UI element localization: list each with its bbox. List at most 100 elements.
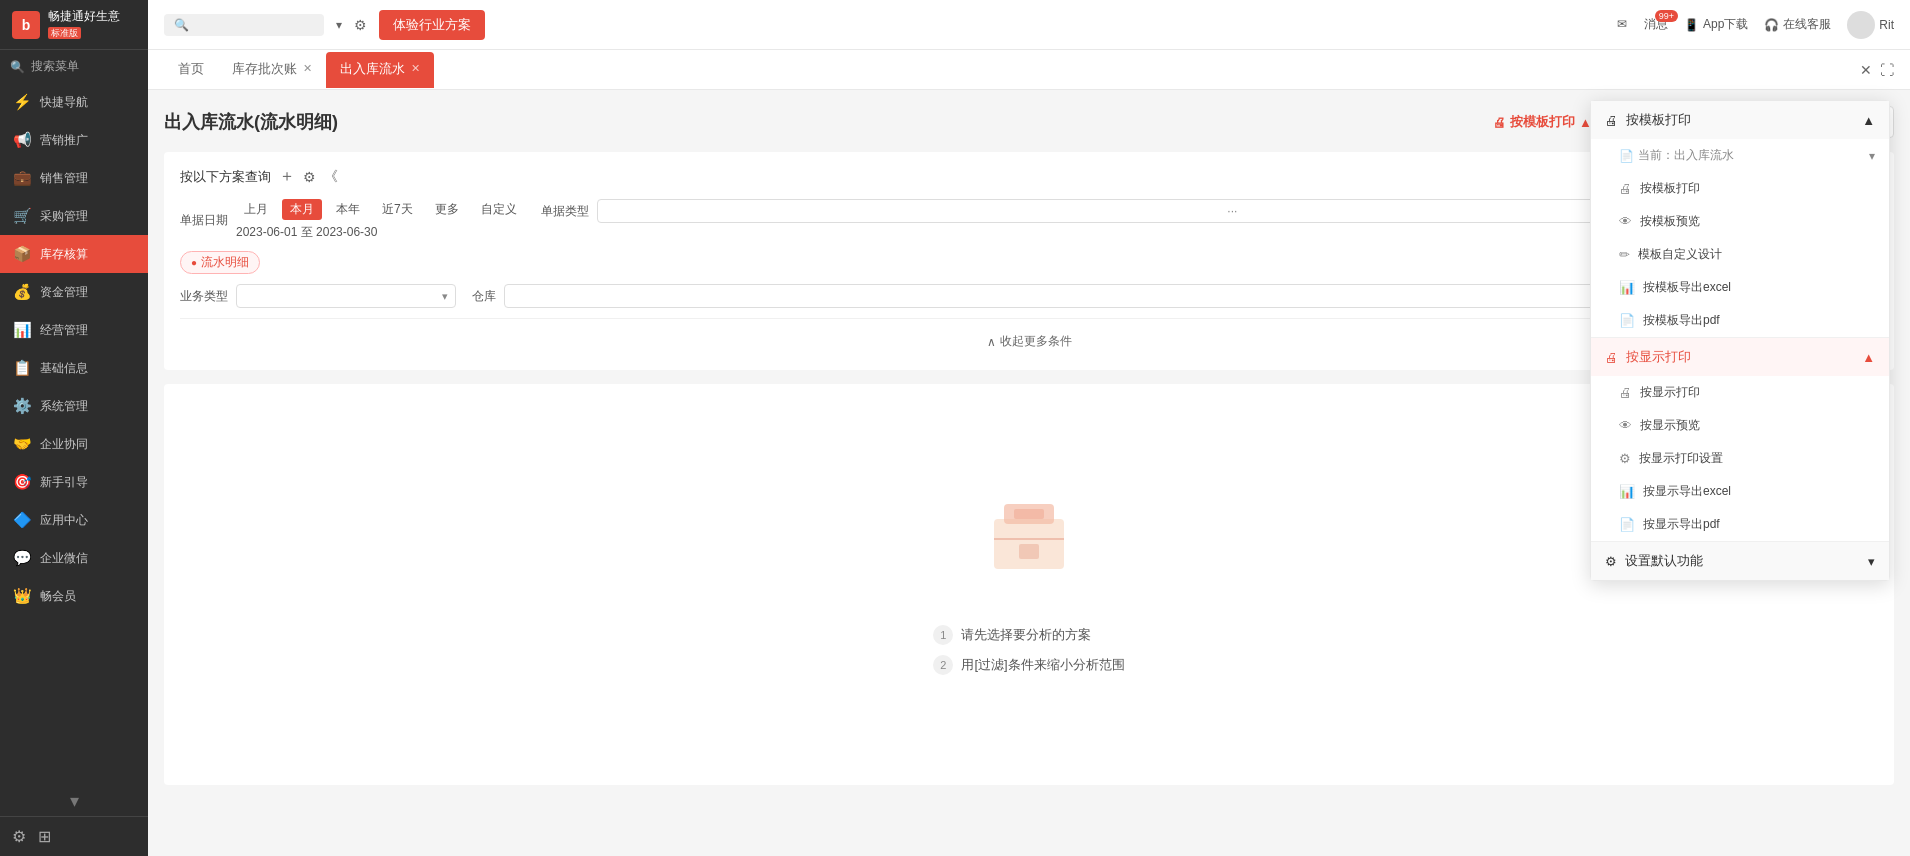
- current-chevron-icon: ▾: [1869, 149, 1875, 163]
- app-download-button[interactable]: 📱 App下载: [1684, 16, 1748, 33]
- settings-default-icon: ⚙: [1605, 554, 1617, 569]
- close-inout-tab-icon[interactable]: ✕: [411, 62, 420, 75]
- empty-step-1: 1 请先选择要分析的方案: [933, 625, 1124, 645]
- date-range-display: 2023-06-01 至 2023-06-30: [236, 224, 525, 241]
- date-opt-thisyear[interactable]: 本年: [328, 199, 368, 220]
- printer-icon: 🖨: [1493, 115, 1506, 130]
- online-service-button[interactable]: 🎧 在线客服: [1764, 16, 1831, 33]
- date-opt-7days[interactable]: 近7天: [374, 199, 421, 220]
- sidebar-scroll-down[interactable]: ▾: [70, 790, 79, 812]
- maximize-window-button[interactable]: ⛶: [1880, 62, 1894, 78]
- header-dropdown[interactable]: ▾: [336, 18, 342, 32]
- sidebar-item-enterprise[interactable]: 🤝 企业协同: [0, 425, 148, 463]
- settings-default-section: ⚙ 设置默认功能 ▾: [1591, 542, 1889, 580]
- sidebar-item-member[interactable]: 👑 畅会员: [0, 577, 148, 615]
- wechat-icon: 💬: [12, 549, 32, 567]
- header-search[interactable]: 🔍: [164, 14, 324, 36]
- template-export-pdf-item[interactable]: 📄 按模板导出pdf: [1591, 304, 1889, 337]
- search-menu-item[interactable]: 🔍 搜索菜单: [0, 50, 148, 83]
- sidebar-item-purchase[interactable]: 🛒 采购管理: [0, 197, 148, 235]
- template-print-button[interactable]: 🖨 按模板打印 ▲: [1493, 113, 1592, 131]
- operations-icon: 📊: [12, 321, 32, 339]
- template-export-excel-item[interactable]: 📊 按模板导出excel: [1591, 271, 1889, 304]
- date-filter-label: 单据日期: [180, 212, 228, 229]
- collapse-sidebar-icon[interactable]: ⊞: [38, 827, 51, 846]
- tab-batch-inventory[interactable]: 库存批次账 ✕: [218, 52, 326, 88]
- sidebar-item-basic-info[interactable]: 📋 基础信息: [0, 349, 148, 387]
- display-print-header-icon: 🖨: [1605, 350, 1618, 365]
- display-pdf-icon: 📄: [1619, 517, 1635, 532]
- biz-type-select[interactable]: [236, 284, 456, 308]
- user-avatar[interactable]: Rit: [1847, 11, 1894, 39]
- settings-icon[interactable]: ⚙: [12, 827, 26, 846]
- warehouse-label: 仓库: [472, 288, 496, 305]
- biz-type-filter: 业务类型: [180, 284, 456, 308]
- display-export-pdf-item[interactable]: 📄 按显示导出pdf: [1591, 508, 1889, 541]
- template-preview-item[interactable]: 👁 按模板预览: [1591, 205, 1889, 238]
- sidebar-item-newbie[interactable]: 🎯 新手引导: [0, 463, 148, 501]
- date-filter-options: 上月 本月 本年 近7天 更多 自定义 2023-06-01 至 2023-06…: [236, 199, 525, 241]
- sidebar-item-wechat[interactable]: 💬 企业微信: [0, 539, 148, 577]
- chevron-up-icon: ∧: [987, 335, 996, 349]
- system-icon: ⚙️: [12, 397, 32, 415]
- date-opt-more[interactable]: 更多: [427, 199, 467, 220]
- sidebar-item-system[interactable]: ⚙️ 系统管理: [0, 387, 148, 425]
- sidebar-item-appstore[interactable]: 🔷 应用中心: [0, 501, 148, 539]
- header-gear-icon[interactable]: ⚙: [354, 17, 367, 33]
- display-preview-icon: 👁: [1619, 418, 1632, 433]
- display-print-header[interactable]: 🖨 按显示打印 ▲: [1591, 338, 1889, 376]
- template-design-item[interactable]: ✏ 模板自定义设计: [1591, 238, 1889, 271]
- filter-add-button[interactable]: ＋: [279, 166, 295, 187]
- display-preview-item[interactable]: 👁 按显示预览: [1591, 409, 1889, 442]
- template-print-header[interactable]: 🖨 按模板打印 ▲: [1591, 101, 1889, 139]
- logo-icon: b: [12, 11, 40, 39]
- doctype-more-icon[interactable]: ···: [1227, 204, 1237, 218]
- filter-title: 按以下方案查询: [180, 168, 271, 186]
- chevron-up-icon: ▲: [1862, 113, 1875, 128]
- display-print-item[interactable]: 🖨 按显示打印: [1591, 376, 1889, 409]
- doctype-filter-label: 单据类型: [541, 203, 589, 220]
- current-template-label: 📄 当前：出入库流水 ▾: [1591, 139, 1889, 172]
- app-logo: b 畅捷通好生意 标准版: [0, 0, 148, 50]
- close-window-button[interactable]: ✕: [1860, 62, 1872, 78]
- close-batch-tab-icon[interactable]: ✕: [303, 62, 312, 75]
- display-print-settings-item[interactable]: ⚙ 按显示打印设置: [1591, 442, 1889, 475]
- date-opt-thismonth[interactable]: 本月: [282, 199, 322, 220]
- purchase-icon: 🛒: [12, 207, 32, 225]
- avatar-image: [1847, 11, 1875, 39]
- sidebar-item-operations[interactable]: 📊 经营管理: [0, 311, 148, 349]
- member-icon: 👑: [12, 587, 32, 605]
- tab-home[interactable]: 首页: [164, 52, 218, 88]
- quicknav-icon: ⚡: [12, 93, 32, 111]
- empty-step-2: 2 用[过滤]条件来缩小分析范围: [933, 655, 1124, 675]
- tab-bar: 首页 库存批次账 ✕ 出入库流水 ✕ ✕ ⛶: [148, 50, 1910, 90]
- sidebar-bottom: ⚙ ⊞: [0, 816, 148, 856]
- headset-icon: 🎧: [1764, 18, 1779, 32]
- settings-default-header[interactable]: ⚙ 设置默认功能 ▾: [1591, 542, 1889, 580]
- sidebar-item-quicknav[interactable]: ⚡ 快捷导航: [0, 83, 148, 121]
- marketing-icon: 📢: [12, 131, 32, 149]
- header-right: ✉ 99+ 消息 📱 App下载 🎧 在线客服 Rit: [1617, 11, 1894, 39]
- page-content: 出入库流水(流水明细) 🖨 按模板打印 ▲ | ⬆ 导出 ↻ 刷新 ··· 查询: [148, 90, 1910, 856]
- message-button[interactable]: ✉ 99+ 消息: [1617, 16, 1668, 33]
- sidebar-item-inventory[interactable]: 📦 库存核算: [0, 235, 148, 273]
- filter-collapse-button[interactable]: 《: [324, 168, 338, 186]
- window-controls: ✕ ⛶: [1860, 62, 1894, 78]
- date-opt-custom[interactable]: 自定义: [473, 199, 525, 220]
- display-export-excel-item[interactable]: 📊 按显示导出excel: [1591, 475, 1889, 508]
- filter-gear-button[interactable]: ⚙: [303, 169, 316, 185]
- enterprise-icon: 🤝: [12, 435, 32, 453]
- sidebar-item-finance[interactable]: 💰 资金管理: [0, 273, 148, 311]
- sales-icon: 💼: [12, 169, 32, 187]
- date-opt-lastmonth[interactable]: 上月: [236, 199, 276, 220]
- inventory-icon: 📦: [12, 245, 32, 263]
- empty-steps-list: 1 请先选择要分析的方案 2 用[过滤]条件来缩小分析范围: [933, 625, 1124, 685]
- sidebar-item-marketing[interactable]: 📢 营销推广: [0, 121, 148, 159]
- header-search-icon: 🔍: [174, 18, 189, 32]
- sidebar-item-sales[interactable]: 💼 销售管理: [0, 159, 148, 197]
- tab-inout-flow[interactable]: 出入库流水 ✕: [326, 52, 434, 88]
- industry-solution-button[interactable]: 体验行业方案: [379, 10, 485, 40]
- appstore-icon: 🔷: [12, 511, 32, 529]
- template-print-item[interactable]: 🖨 按模板打印: [1591, 172, 1889, 205]
- display-print-section: 🖨 按显示打印 ▲ 🖨 按显示打印 👁 按显示预览 ⚙ 按显示打印设置: [1591, 338, 1889, 542]
